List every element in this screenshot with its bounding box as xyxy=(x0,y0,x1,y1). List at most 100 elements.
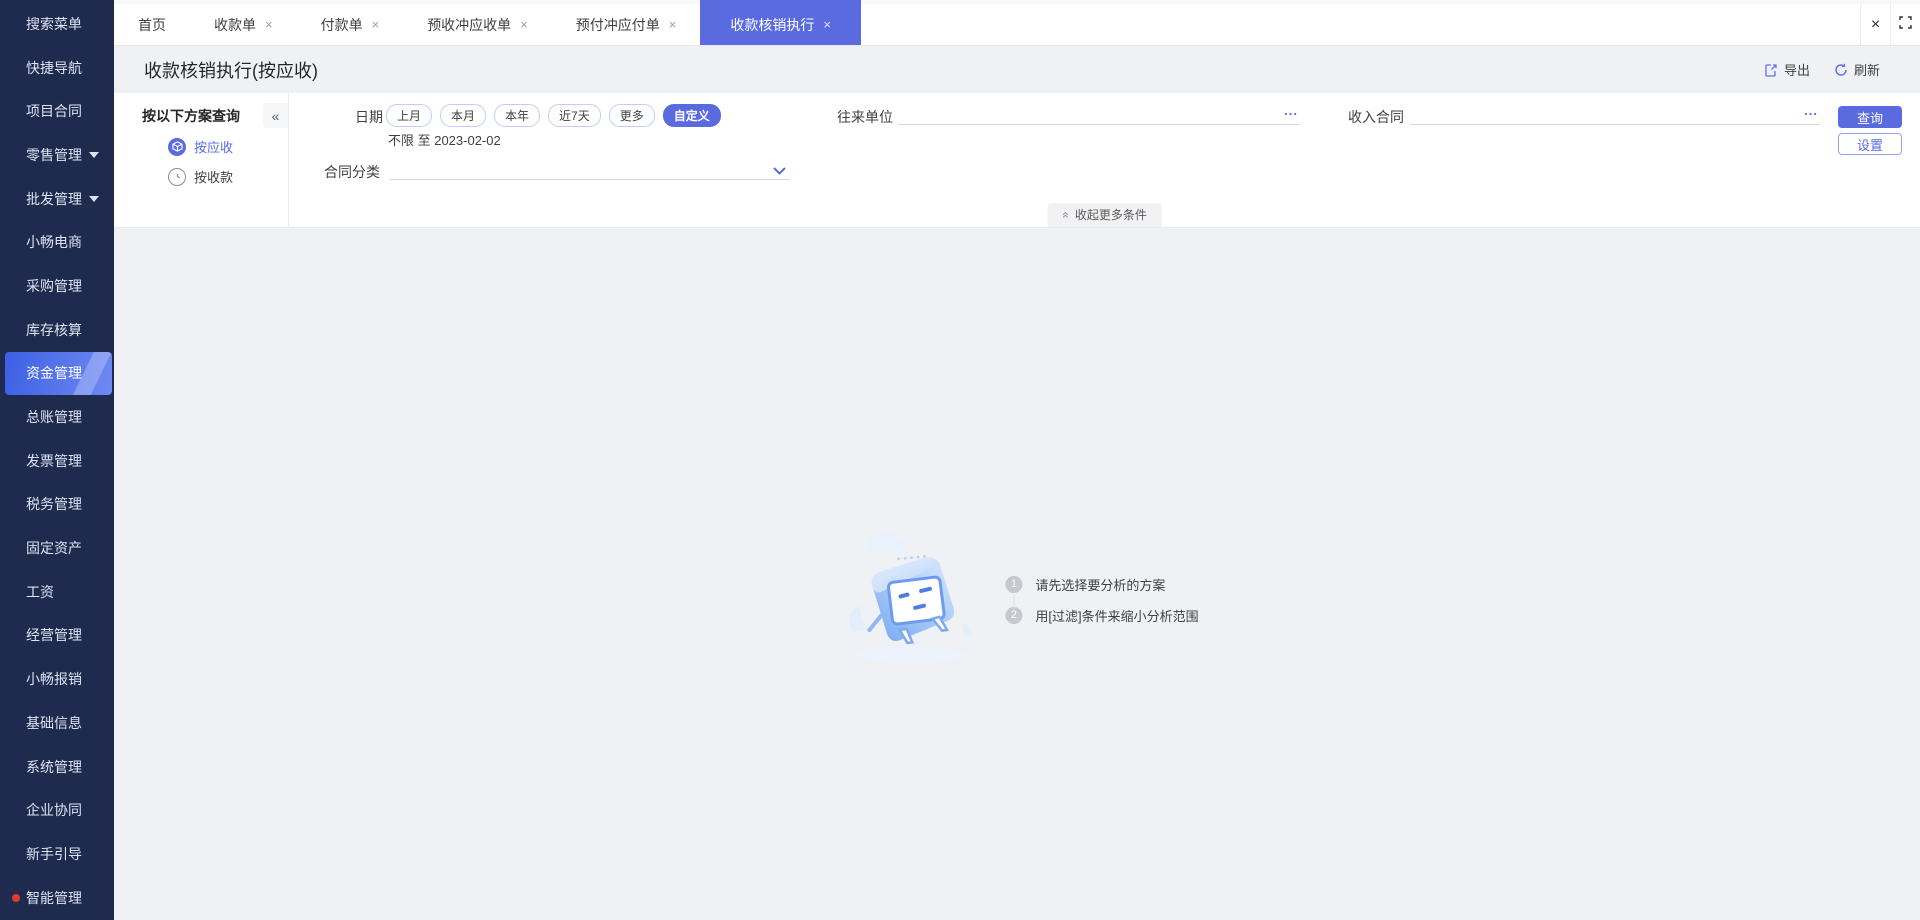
sidebar-item-payroll[interactable]: 工资 xyxy=(0,570,114,614)
sidebar-item-label: 总账管理 xyxy=(26,409,82,426)
date-custom-pill[interactable]: 自定义 xyxy=(662,104,721,127)
sidebar-item-basic-info[interactable]: 基础信息 xyxy=(0,701,114,745)
plan-option-label: 按应收 xyxy=(194,140,234,155)
robot-illustration xyxy=(835,528,985,671)
date-preset-pill[interactable]: 上月 xyxy=(386,104,433,127)
sidebar-item-label: 采购管理 xyxy=(26,277,82,294)
step-number-badge: 1 xyxy=(1005,575,1023,593)
sidebar-item-general-ledger[interactable]: 总账管理 xyxy=(0,395,114,439)
close-tab-icon[interactable]: × xyxy=(265,17,273,32)
sidebar-item-label: 资金管理 xyxy=(26,365,82,382)
income-contract-input[interactable] xyxy=(1410,101,1820,123)
refresh-button[interactable]: 刷新 xyxy=(1834,60,1880,79)
tab-label: 首页 xyxy=(138,16,166,33)
sidebar-item-label: 项目合同 xyxy=(26,103,82,120)
empty-state-step: 1 请先选择要分析的方案 xyxy=(1005,575,1198,594)
tab-home[interactable]: 首页 xyxy=(114,4,190,45)
sidebar-item-retail-mgmt[interactable]: 零售管理 xyxy=(0,133,114,177)
contract-category-select[interactable] xyxy=(390,156,790,178)
tab-payment[interactable]: 付款单 × xyxy=(297,4,404,45)
date-preset-pill[interactable]: 近7天 xyxy=(548,104,601,127)
tab-label: 收款单 xyxy=(214,16,256,33)
close-all-tabs-button[interactable]: × xyxy=(1860,4,1890,45)
tab-label: 收款核销执行 xyxy=(730,16,815,33)
sidebar-item-xiaochang-ecommerce[interactable]: 小畅电商 xyxy=(0,220,114,264)
close-tab-icon[interactable]: × xyxy=(520,17,528,32)
sidebar-item-inventory-accounting[interactable]: 库存核算 xyxy=(0,308,114,352)
close-tab-icon[interactable]: × xyxy=(372,17,380,32)
chevron-down-icon[interactable] xyxy=(773,162,786,180)
filter-section: 按以下方案查询 « 按应收 按收款 日期 上月 本月 本年 近7天 更多 自定义 不限 至 … xyxy=(114,93,1920,228)
export-icon xyxy=(1764,63,1778,77)
plan-option-by-receipt[interactable]: 按收款 xyxy=(168,167,288,186)
sidebar-item-beginner-guide[interactable]: 新手引导 xyxy=(0,832,114,876)
tab-label: 预收冲应收单 xyxy=(427,16,512,33)
sidebar-item-label: 批发管理 xyxy=(26,190,82,207)
query-plan-panel: 按以下方案查询 « 按应收 按收款 xyxy=(114,93,289,227)
counterparty-more-button[interactable]: ... xyxy=(1284,103,1298,118)
sidebar-item-label: 企业协同 xyxy=(26,802,82,819)
sidebar-item-label: 税务管理 xyxy=(26,496,82,513)
close-tab-icon[interactable]: × xyxy=(823,17,831,32)
date-preset-pill[interactable]: 本月 xyxy=(440,104,487,127)
empty-state-step: 2 用[过滤]条件来缩小分析范围 xyxy=(1005,606,1199,625)
counterparty-input[interactable] xyxy=(898,101,1300,123)
sidebar-item-enterprise-collab[interactable]: 企业协同 xyxy=(0,788,114,832)
fullscreen-button[interactable] xyxy=(1890,4,1920,45)
sidebar-item-label: 智能管理 xyxy=(26,889,82,906)
sidebar-item-label: 库存核算 xyxy=(26,321,82,338)
step-text: 用[过滤]条件来缩小分析范围 xyxy=(1035,608,1199,624)
plan-option-by-receivable[interactable]: 按应收 xyxy=(168,137,288,156)
close-tab-icon[interactable]: × xyxy=(669,17,677,32)
content-area: 1 请先选择要分析的方案 2 用[过滤]条件来缩小分析范围 xyxy=(114,228,1920,920)
date-preset-pill[interactable]: 更多 xyxy=(608,104,655,127)
sidebar-item-project-contract[interactable]: 项目合同 xyxy=(0,89,114,133)
date-filter-label: 日期 xyxy=(355,109,383,125)
refresh-label: 刷新 xyxy=(1853,63,1880,78)
tab-prepay-offset[interactable]: 预付冲应付单 × xyxy=(552,4,701,45)
tab-receipt-writeoff[interactable]: 收款核销执行 × xyxy=(700,0,861,45)
sidebar-item-xiaochang-expense[interactable]: 小畅报销 xyxy=(0,657,114,701)
sidebar-item-operations-mgmt[interactable]: 经营管理 xyxy=(0,614,114,658)
date-preset-pill[interactable]: 本年 xyxy=(494,104,541,127)
sidebar-item-search-menu[interactable]: 搜索菜单 xyxy=(0,2,114,46)
export-button[interactable]: 导出 xyxy=(1764,60,1810,79)
chevron-up-icon: « xyxy=(1058,211,1073,218)
window-controls: × xyxy=(1860,4,1920,45)
fullscreen-icon xyxy=(1899,15,1912,34)
sidebar-item-purchase-mgmt[interactable]: 采购管理 xyxy=(0,264,114,308)
filter-form: 日期 上月 本月 本年 近7天 更多 自定义 不限 至 2023-02-02 往来单位 .… xyxy=(289,93,1920,227)
collapse-panel-button[interactable]: « xyxy=(263,103,288,128)
sidebar-item-wholesale-mgmt[interactable]: 批发管理 xyxy=(0,177,114,221)
sidebar-item-quick-nav[interactable]: 快捷导航 xyxy=(0,46,114,90)
sidebar-item-invoice-mgmt[interactable]: 发票管理 xyxy=(0,439,114,483)
sidebar-item-tax-mgmt[interactable]: 税务管理 xyxy=(0,483,114,527)
tab-receipt[interactable]: 收款单 × xyxy=(190,4,297,45)
page-title: 收款核销执行(按应收) xyxy=(144,60,318,81)
sidebar-item-system-mgmt[interactable]: 系统管理 xyxy=(0,745,114,789)
sidebar-item-funds-mgmt[interactable]: 资金管理 xyxy=(5,351,112,396)
sidebar-item-smart-mgmt[interactable]: 智能管理 xyxy=(0,876,114,920)
settings-button[interactable]: 设置 xyxy=(1838,133,1902,155)
collapse-more-filters-button[interactable]: « 收起更多条件 xyxy=(1047,203,1162,227)
contract-category-label: 合同分类 xyxy=(324,164,380,180)
step-text: 请先选择要分析的方案 xyxy=(1035,577,1166,593)
tab-prereceipt-offset[interactable]: 预收冲应收单 × xyxy=(403,4,552,45)
caret-down-icon xyxy=(89,195,99,202)
sidebar-item-label: 新手引导 xyxy=(26,845,82,862)
sidebar-item-fixed-assets[interactable]: 固定资产 xyxy=(0,526,114,570)
income-contract-label: 收入合同 xyxy=(1348,109,1404,125)
cube-icon xyxy=(168,137,186,156)
sidebar-item-label: 工资 xyxy=(26,583,54,600)
tab-label: 预付冲应付单 xyxy=(575,16,660,33)
step-connector xyxy=(1013,593,1015,612)
income-contract-more-button[interactable]: ... xyxy=(1804,103,1818,118)
sidebar-item-label: 基础信息 xyxy=(26,714,82,731)
sidebar-item-label: 搜索菜单 xyxy=(26,15,82,32)
query-button[interactable]: 查询 xyxy=(1838,106,1902,128)
sidebar-item-label: 系统管理 xyxy=(26,758,82,775)
sidebar-item-label: 固定资产 xyxy=(26,540,82,557)
collapse-more-filters-label: 收起更多条件 xyxy=(1074,208,1147,222)
sidebar-item-label: 发票管理 xyxy=(26,452,82,469)
export-label: 导出 xyxy=(1783,63,1810,78)
